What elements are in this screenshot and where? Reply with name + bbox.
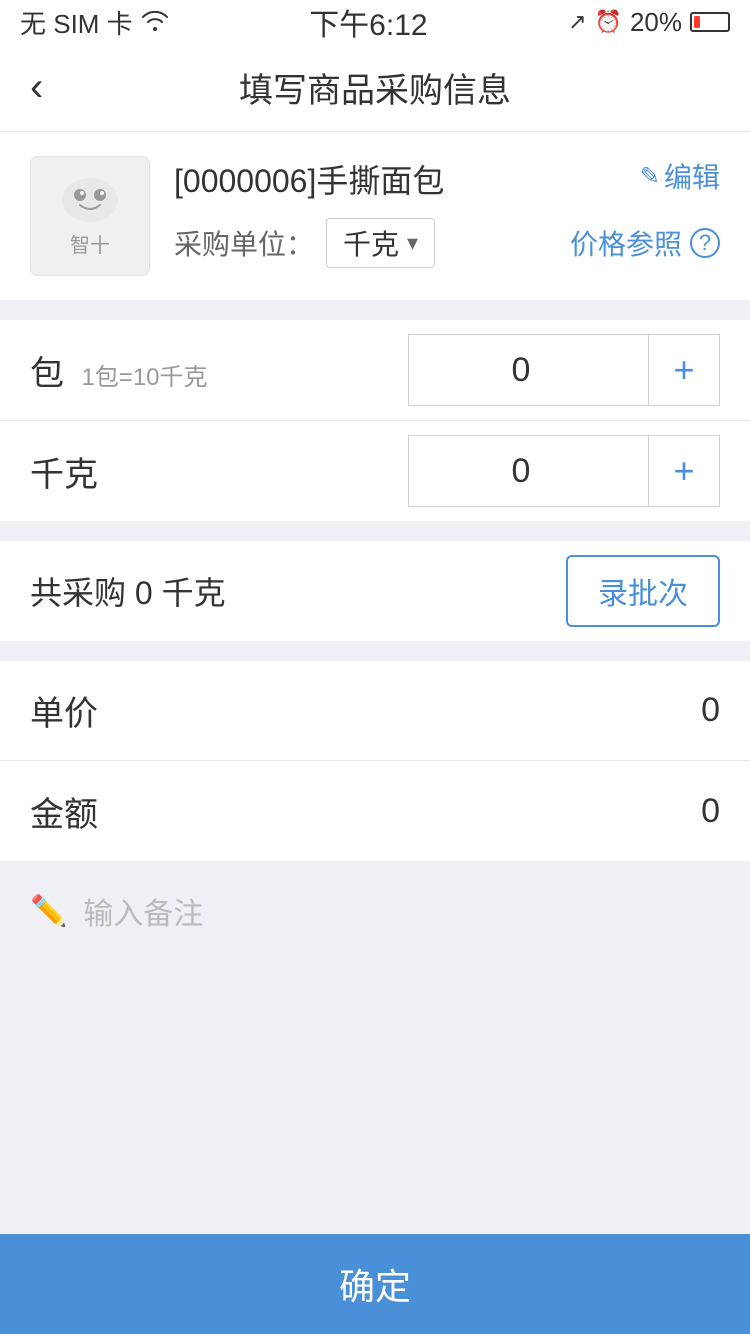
status-bar: 无 SIM 卡 下午6:12 ↗ ⏰ 20%	[0, 0, 750, 44]
kg-label: 千克	[30, 447, 408, 496]
unit-price-row: 单价 0	[0, 661, 750, 761]
unit-label: 采购单位：	[174, 223, 314, 263]
unit-selector[interactable]: 千克 ▾	[326, 218, 435, 268]
summary-text: 共采购 0 千克	[30, 568, 226, 614]
alarm-icon: ⏰	[595, 9, 622, 35]
bag-quantity-input[interactable]	[408, 334, 648, 406]
product-info: [0000006]手撕面包 ✎ 编辑 采购单位： 千克 ▾ 价格参照 ?	[174, 156, 720, 268]
confirm-button[interactable]: 确定	[0, 1234, 750, 1334]
edit-icon: ✎	[640, 162, 660, 191]
location-icon: ↗	[568, 9, 586, 35]
amount-value: 0	[701, 792, 720, 831]
note-placeholder: 输入备注	[83, 889, 203, 933]
page-title: 填写商品采购信息	[239, 63, 511, 112]
status-right: ↗ ⏰ 20%	[568, 7, 730, 38]
bag-input-control: +	[408, 334, 720, 406]
kg-input-control: +	[408, 435, 720, 507]
price-section: 单价 0 金额 0	[0, 661, 750, 861]
carrier-text: 无 SIM 卡	[20, 4, 133, 41]
summary-row: 共采购 0 千克 录批次	[0, 541, 750, 641]
product-card: 智十 [0000006]手撕面包 ✎ 编辑 采购单位： 千克 ▾ 价格参照 ?	[0, 132, 750, 300]
bag-input-row: 包 1包=10千克 +	[0, 320, 750, 420]
kg-plus-button[interactable]: +	[648, 435, 720, 507]
battery-icon	[690, 12, 730, 32]
product-image: 智十	[30, 156, 150, 276]
help-icon: ?	[690, 228, 720, 258]
note-section[interactable]: ✏️ 输入备注	[0, 861, 750, 961]
bag-label: 包 1包=10千克	[30, 346, 408, 395]
section-divider-2	[0, 521, 750, 541]
content-area	[0, 961, 750, 1241]
kg-input-section: 千克 +	[0, 421, 750, 521]
pencil-icon: ✏️	[30, 894, 67, 929]
status-time: 下午6:12	[309, 0, 427, 44]
back-button[interactable]: ‹	[20, 55, 53, 120]
bag-input-section: 包 1包=10千克 +	[0, 320, 750, 420]
section-divider-3	[0, 641, 750, 661]
bag-sublabel: 1包=10千克	[81, 364, 207, 391]
section-divider-1	[0, 300, 750, 320]
status-left: 无 SIM 卡	[20, 4, 169, 41]
record-batch-button[interactable]: 录批次	[566, 555, 720, 627]
amount-row: 金额 0	[0, 761, 750, 861]
unit-price-label: 单价	[30, 686, 98, 735]
price-reference-button[interactable]: 价格参照 ?	[570, 223, 720, 263]
kg-quantity-input[interactable]	[408, 435, 648, 507]
kg-input-row: 千克 +	[0, 421, 750, 521]
bag-plus-button[interactable]: +	[648, 334, 720, 406]
wifi-icon	[141, 7, 169, 38]
chevron-down-icon: ▾	[407, 230, 418, 256]
product-name: [0000006]手撕面包	[174, 156, 640, 202]
product-logo	[60, 175, 120, 225]
unit-price-value: 0	[701, 691, 720, 730]
nav-bar: ‹ 填写商品采购信息	[0, 44, 750, 132]
amount-label: 金额	[30, 787, 98, 836]
battery-percent: 20%	[630, 7, 682, 38]
edit-button[interactable]: ✎ 编辑	[640, 156, 720, 196]
